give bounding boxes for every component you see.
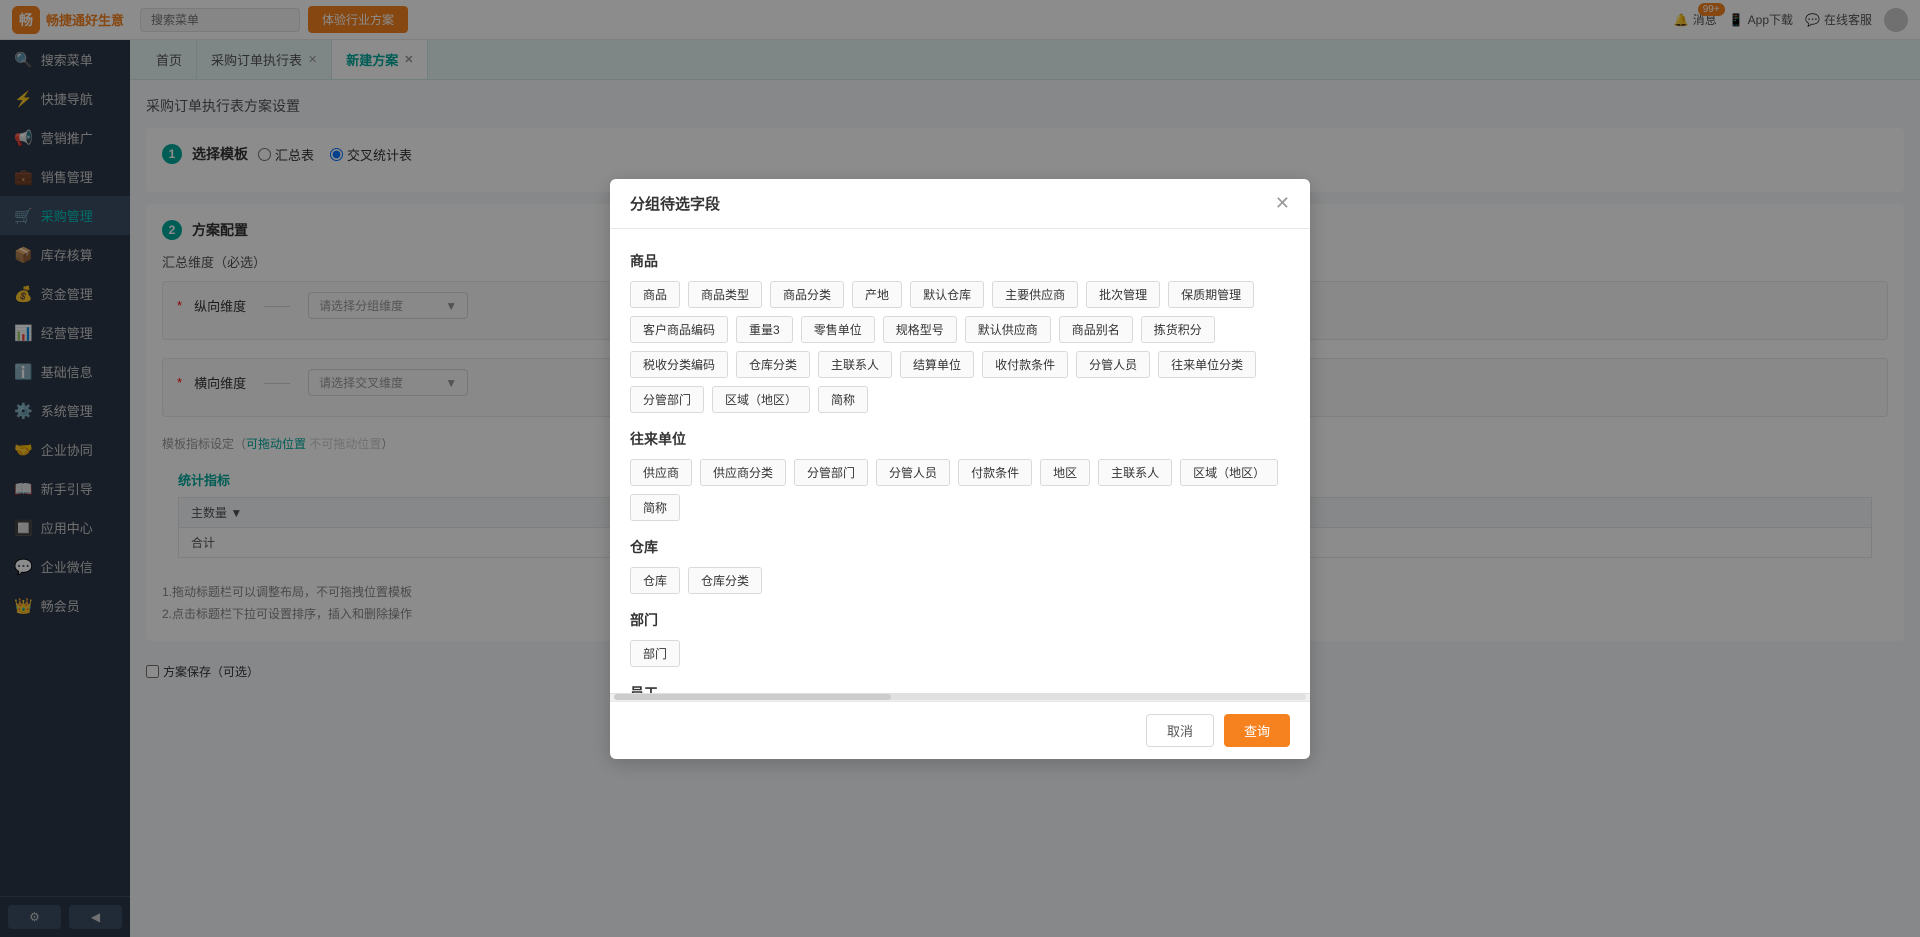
field-tag[interactable]: 重量3 bbox=[736, 316, 793, 343]
modal-body: 商品 商品 商品类型 商品分类 产地 默认仓库 主要供应商 批次管理 保质期管理… bbox=[610, 229, 1310, 694]
field-tag[interactable]: 供应商 bbox=[630, 459, 692, 486]
field-tag[interactable]: 保质期管理 bbox=[1168, 281, 1254, 308]
field-tag[interactable]: 分管人员 bbox=[1076, 351, 1150, 378]
field-tag[interactable]: 默认供应商 bbox=[965, 316, 1051, 343]
field-tag[interactable]: 仓库分类 bbox=[736, 351, 810, 378]
field-tag[interactable]: 批次管理 bbox=[1086, 281, 1160, 308]
field-tags-warehouse: 仓库 仓库分类 bbox=[630, 567, 1290, 594]
field-tag[interactable]: 区域（地区） bbox=[1180, 459, 1278, 486]
field-tag[interactable]: 产地 bbox=[852, 281, 902, 308]
field-tag[interactable]: 主联系人 bbox=[1098, 459, 1172, 486]
field-tag[interactable]: 部门 bbox=[630, 640, 680, 667]
group-title-goods: 商品 bbox=[630, 251, 1290, 271]
field-tag[interactable]: 客户商品编码 bbox=[630, 316, 728, 343]
field-tag[interactable]: 分管部门 bbox=[794, 459, 868, 486]
field-tag[interactable]: 主要供应商 bbox=[992, 281, 1078, 308]
group-title-dept: 部门 bbox=[630, 610, 1290, 630]
field-tag[interactable]: 收付款条件 bbox=[982, 351, 1068, 378]
field-tag[interactable]: 主联系人 bbox=[818, 351, 892, 378]
group-title-warehouse: 仓库 bbox=[630, 537, 1290, 557]
field-tag[interactable]: 往来单位分类 bbox=[1158, 351, 1256, 378]
field-tag[interactable]: 分管部门 bbox=[630, 386, 704, 413]
field-tag[interactable]: 商品别名 bbox=[1059, 316, 1133, 343]
field-tag[interactable]: 商品 bbox=[630, 281, 680, 308]
field-tags-goods: 商品 商品类型 商品分类 产地 默认仓库 主要供应商 批次管理 保质期管理 客户… bbox=[630, 281, 1290, 413]
field-tag[interactable]: 税收分类编码 bbox=[630, 351, 728, 378]
scrollbar-thumb bbox=[614, 694, 891, 700]
field-select-modal: 分组待选字段 ✕ 商品 商品 商品类型 商品分类 产地 默认仓库 主要供应商 批… bbox=[610, 179, 1310, 759]
cancel-button[interactable]: 取消 bbox=[1146, 714, 1214, 747]
field-tag[interactable]: 商品类型 bbox=[688, 281, 762, 308]
field-tag[interactable]: 仓库分类 bbox=[688, 567, 762, 594]
field-tag[interactable]: 零售单位 bbox=[801, 316, 875, 343]
field-tag[interactable]: 简称 bbox=[630, 494, 680, 521]
field-tags-dept: 部门 bbox=[630, 640, 1290, 667]
field-tag[interactable]: 结算单位 bbox=[900, 351, 974, 378]
field-tag[interactable]: 拣货积分 bbox=[1141, 316, 1215, 343]
modal-overlay: 分组待选字段 ✕ 商品 商品 商品类型 商品分类 产地 默认仓库 主要供应商 批… bbox=[0, 0, 1920, 937]
field-tag[interactable]: 规格型号 bbox=[883, 316, 957, 343]
horizontal-scrollbar[interactable] bbox=[610, 693, 1310, 700]
field-tag[interactable]: 仓库 bbox=[630, 567, 680, 594]
group-title-partner: 往来单位 bbox=[630, 429, 1290, 449]
modal-title: 分组待选字段 bbox=[630, 193, 720, 214]
field-tag[interactable]: 区域（地区） bbox=[712, 386, 810, 413]
field-tag[interactable]: 简称 bbox=[818, 386, 868, 413]
field-tag[interactable]: 默认仓库 bbox=[910, 281, 984, 308]
group-title-staff: 员工 bbox=[630, 683, 1290, 694]
field-tag[interactable]: 供应商分类 bbox=[700, 459, 786, 486]
field-tag[interactable]: 地区 bbox=[1040, 459, 1090, 486]
field-tag[interactable]: 商品分类 bbox=[770, 281, 844, 308]
modal-footer: 取消 查询 bbox=[610, 701, 1310, 759]
field-tag[interactable]: 付款条件 bbox=[958, 459, 1032, 486]
modal-close-button[interactable]: ✕ bbox=[1275, 193, 1290, 214]
field-tag[interactable]: 分管人员 bbox=[876, 459, 950, 486]
modal-header: 分组待选字段 ✕ bbox=[610, 179, 1310, 229]
confirm-button[interactable]: 查询 bbox=[1224, 714, 1290, 747]
field-tags-partner: 供应商 供应商分类 分管部门 分管人员 付款条件 地区 主联系人 区域（地区） … bbox=[630, 459, 1290, 521]
